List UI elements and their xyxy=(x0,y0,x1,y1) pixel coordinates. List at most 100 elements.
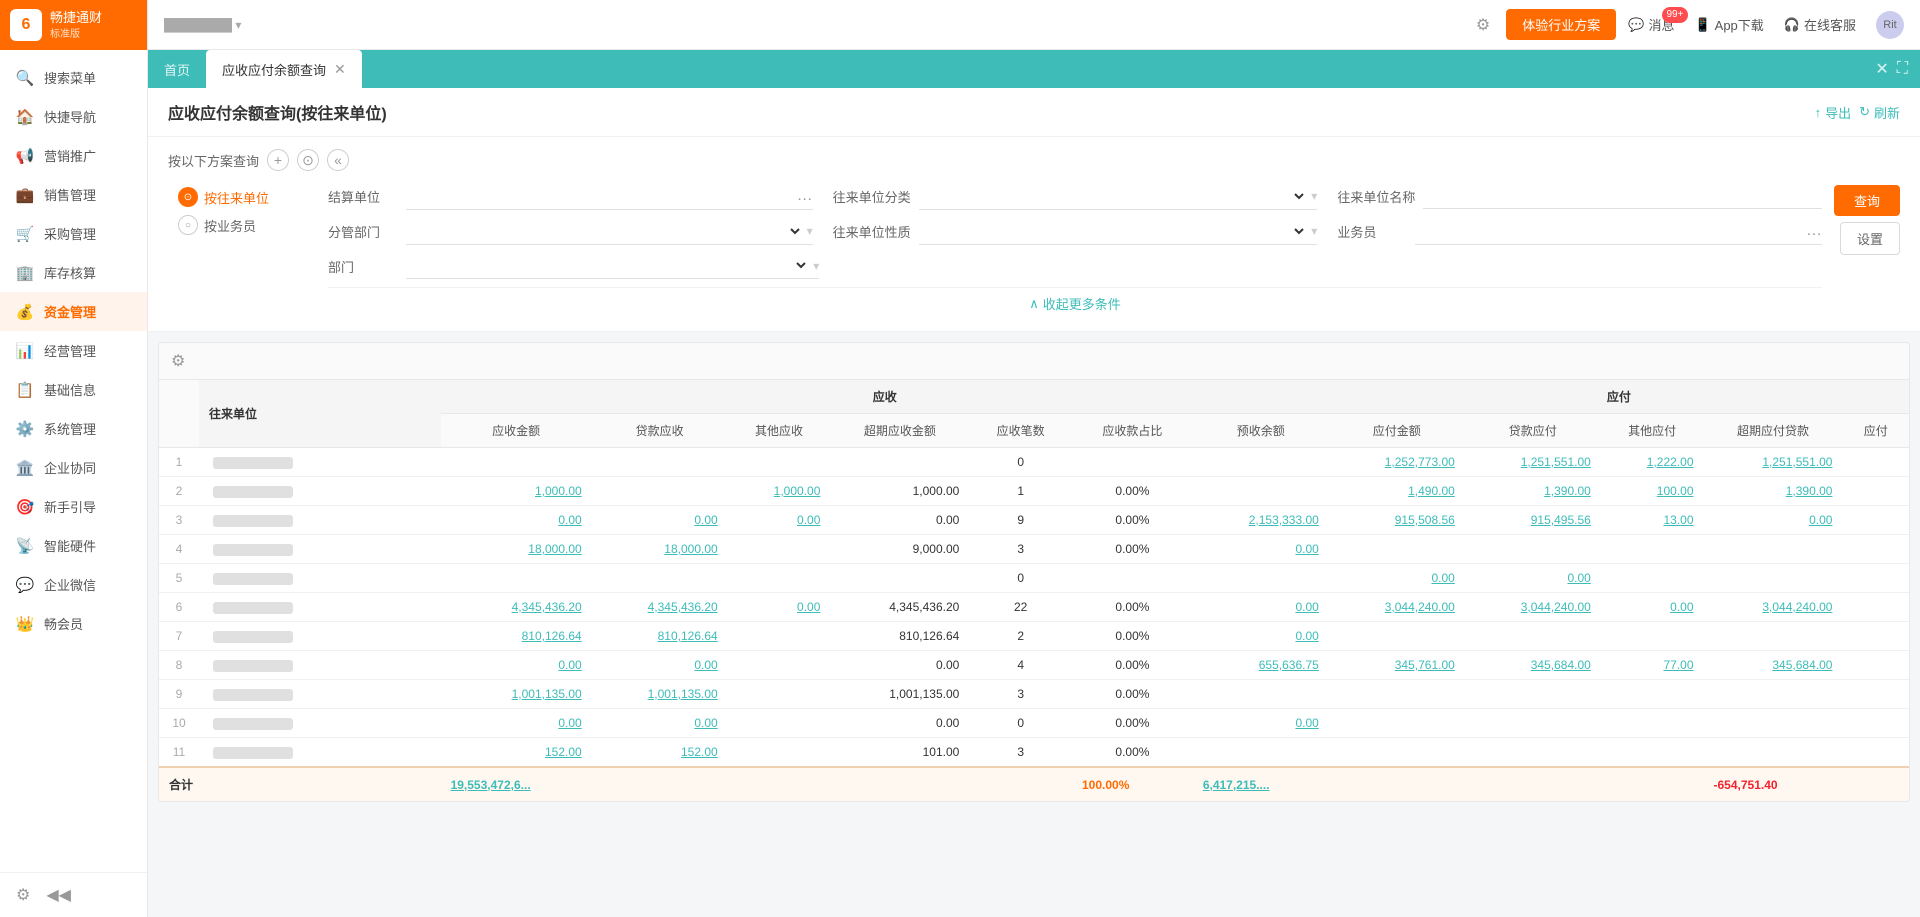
maximize-tab-ctrl[interactable]: ⛶ xyxy=(1897,60,1908,78)
footer-ar-count xyxy=(969,767,1072,801)
ar-overdue-cell: 810,126.64 xyxy=(830,622,969,651)
ap-loan-cell: 3,044,240.00 xyxy=(1465,593,1601,622)
partner-name-input[interactable] xyxy=(1423,189,1822,204)
tab-close-icon[interactable]: ✕ xyxy=(334,61,346,78)
dept-chevron: ▾ xyxy=(813,259,819,273)
sidebar-item-inventory[interactable]: 🏢 库存核算 xyxy=(0,253,147,292)
sidebar-item-basic-info[interactable]: 📋 基础信息 xyxy=(0,370,147,409)
ap-overdue-loan-cell: 1,390.00 xyxy=(1704,477,1843,506)
ap-overdue-loan-cell xyxy=(1704,622,1843,651)
ar-loan-cell xyxy=(592,477,728,506)
settlement-unit-input[interactable] xyxy=(406,189,793,204)
settings-footer-icon[interactable]: ⚙ xyxy=(16,885,30,905)
footer-ap-loan xyxy=(1465,767,1601,801)
salesperson-dots[interactable]: … xyxy=(1806,222,1822,240)
sidebar-item-smart-hw[interactable]: 📡 智能硬件 xyxy=(0,526,147,565)
col-ar-overdue: 超期应收金额 xyxy=(830,414,969,448)
settlement-unit-dots[interactable]: … xyxy=(797,187,813,205)
ar-loan-cell: 4,345,436.20 xyxy=(592,593,728,622)
sidebar-item-corp-collab[interactable]: 🏛️ 企业协同 xyxy=(0,448,147,487)
sidebar-search-menu-icon: 🔍 xyxy=(16,69,34,87)
sidebar-item-finance[interactable]: 💰 资金管理 xyxy=(0,292,147,331)
message-notif[interactable]: 💬 消息 99+ xyxy=(1628,15,1674,34)
salesperson-label: 业务员 xyxy=(1337,222,1407,241)
table-settings-icon[interactable]: ⚙ xyxy=(171,351,185,371)
ar-other-cell xyxy=(728,709,831,738)
salesperson-input[interactable] xyxy=(1415,224,1802,239)
masked-name xyxy=(213,515,293,527)
tab-home[interactable]: 首页 xyxy=(148,50,206,88)
row-num: 2 xyxy=(159,477,199,506)
scheme-settings-icon[interactable]: ⊙ xyxy=(297,149,319,171)
sidebar-item-member[interactable]: 👑 畅会员 xyxy=(0,604,147,643)
sidebar-item-search-menu[interactable]: 🔍 搜索菜单 xyxy=(0,58,147,97)
query-button[interactable]: 查询 xyxy=(1834,185,1900,216)
ap-amount-cell xyxy=(1329,680,1465,709)
tab-ar-ap-query[interactable]: 应收应付余额查询 ✕ xyxy=(206,50,362,88)
footer-ar-other xyxy=(728,767,831,801)
app-download-link[interactable]: 📱 App下载 xyxy=(1694,15,1763,34)
app-download-icon: 📱 xyxy=(1694,17,1710,33)
breadcrumb-text: ████████ ▾ xyxy=(164,18,241,32)
dept-select[interactable] xyxy=(406,257,809,274)
user-avatar[interactable]: Rit xyxy=(1876,11,1904,39)
ar-pct-cell xyxy=(1072,448,1193,477)
partner-nature-select[interactable] xyxy=(919,223,1308,240)
settings-button[interactable]: 设置 xyxy=(1840,222,1900,255)
industry-solution-button[interactable]: 体验行业方案 xyxy=(1506,9,1616,40)
ap-loan-cell xyxy=(1465,622,1601,651)
refresh-button[interactable]: ↻ 刷新 xyxy=(1859,103,1900,122)
ar-prepay-cell xyxy=(1193,564,1329,593)
scheme-by-partner[interactable]: ⊙ 按往来单位 xyxy=(168,183,328,211)
sidebar-item-sales[interactable]: 💼 销售管理 xyxy=(0,175,147,214)
ar-count-cell: 0 xyxy=(969,709,1072,738)
ar-loan-cell: 0.00 xyxy=(592,709,728,738)
export-button[interactable]: ↑ 导出 xyxy=(1815,103,1852,122)
online-service-link[interactable]: 🎧 在线客服 xyxy=(1784,15,1856,34)
footer-ar-total[interactable]: 19,553,472,6... xyxy=(441,767,592,801)
row-num: 1 xyxy=(159,448,199,477)
sidebar-footer: ⚙ ◀◀ xyxy=(0,872,147,917)
scheme-by-salesperson[interactable]: ○ 按业务员 xyxy=(168,211,328,239)
row-num: 3 xyxy=(159,506,199,535)
ar-amount-cell: 0.00 xyxy=(441,709,592,738)
sidebar-purchase-icon: 🛒 xyxy=(16,225,34,243)
settlement-unit-label: 结算单位 xyxy=(328,187,398,206)
sidebar-item-corp-wechat[interactable]: 💬 企业微信 xyxy=(0,565,147,604)
sidebar-item-purchase[interactable]: 🛒 采购管理 xyxy=(0,214,147,253)
ap-other-cell: 77.00 xyxy=(1601,651,1704,680)
search-grid-row1: 结算单位 … 往来单位分类 ▾ 往来单位名称 xyxy=(328,183,1822,210)
footer-ar-prepay[interactable]: 6,417,215.... xyxy=(1193,767,1329,801)
ap-rest-cell xyxy=(1842,477,1909,506)
collapse-sidebar-icon[interactable]: ◀◀ xyxy=(46,885,71,905)
sidebar-item-newbie[interactable]: 🎯 新手引导 xyxy=(0,487,147,526)
sidebar-sys-mgmt-icon: ⚙️ xyxy=(16,420,34,438)
sidebar-item-marketing[interactable]: 📢 营销推广 xyxy=(0,136,147,175)
scheme-collapse-icon[interactable]: « xyxy=(327,149,349,171)
sidebar-item-quick-nav[interactable]: 🏠 快捷导航 xyxy=(0,97,147,136)
col-ap-other: 其他应付 xyxy=(1601,414,1704,448)
add-scheme-button[interactable]: + xyxy=(267,149,289,171)
scheme-options: ⊙ 按往来单位 ○ 按业务员 结算单位 … xyxy=(168,183,1900,319)
partner-category-select[interactable] xyxy=(919,188,1308,205)
sidebar-nav: 🔍 搜索菜单 🏠 快捷导航 📢 营销推广 💼 销售管理 🛒 采购管理 🏢 库存核… xyxy=(0,50,147,872)
branch-dept-select[interactable] xyxy=(406,223,803,240)
ap-overdue-loan-cell xyxy=(1704,738,1843,768)
col-ap-amount: 应付金额 xyxy=(1329,414,1465,448)
close-tab-ctrl[interactable]: ✕ xyxy=(1875,59,1888,79)
refresh-icon: ↻ xyxy=(1859,104,1870,120)
table-toolbar: ⚙ xyxy=(159,343,1909,380)
col-partner-header: 往来单位 xyxy=(199,380,441,448)
header-gear-icon[interactable]: ⚙ xyxy=(1472,11,1494,39)
page-header: 应收应付余额查询(按往来单位) ↑ 导出 ↻ 刷新 xyxy=(148,88,1920,137)
masked-name xyxy=(213,573,293,585)
sidebar-item-operations[interactable]: 📊 经营管理 xyxy=(0,331,147,370)
ar-pct-cell: 0.00% xyxy=(1072,651,1193,680)
row-num: 11 xyxy=(159,738,199,768)
sidebar-item-sys-mgmt[interactable]: ⚙️ 系统管理 xyxy=(0,409,147,448)
table-scroll[interactable]: 往来单位 应收 应付 应收金额 贷款应收 其他应收 超期应收金额 应收笔数 应收… xyxy=(159,380,1909,801)
ap-other-cell: 1,222.00 xyxy=(1601,448,1704,477)
ap-loan-cell xyxy=(1465,535,1601,564)
partner-name-cell xyxy=(199,448,441,477)
collapse-more-conditions[interactable]: ∧ 收起更多条件 xyxy=(328,287,1822,319)
